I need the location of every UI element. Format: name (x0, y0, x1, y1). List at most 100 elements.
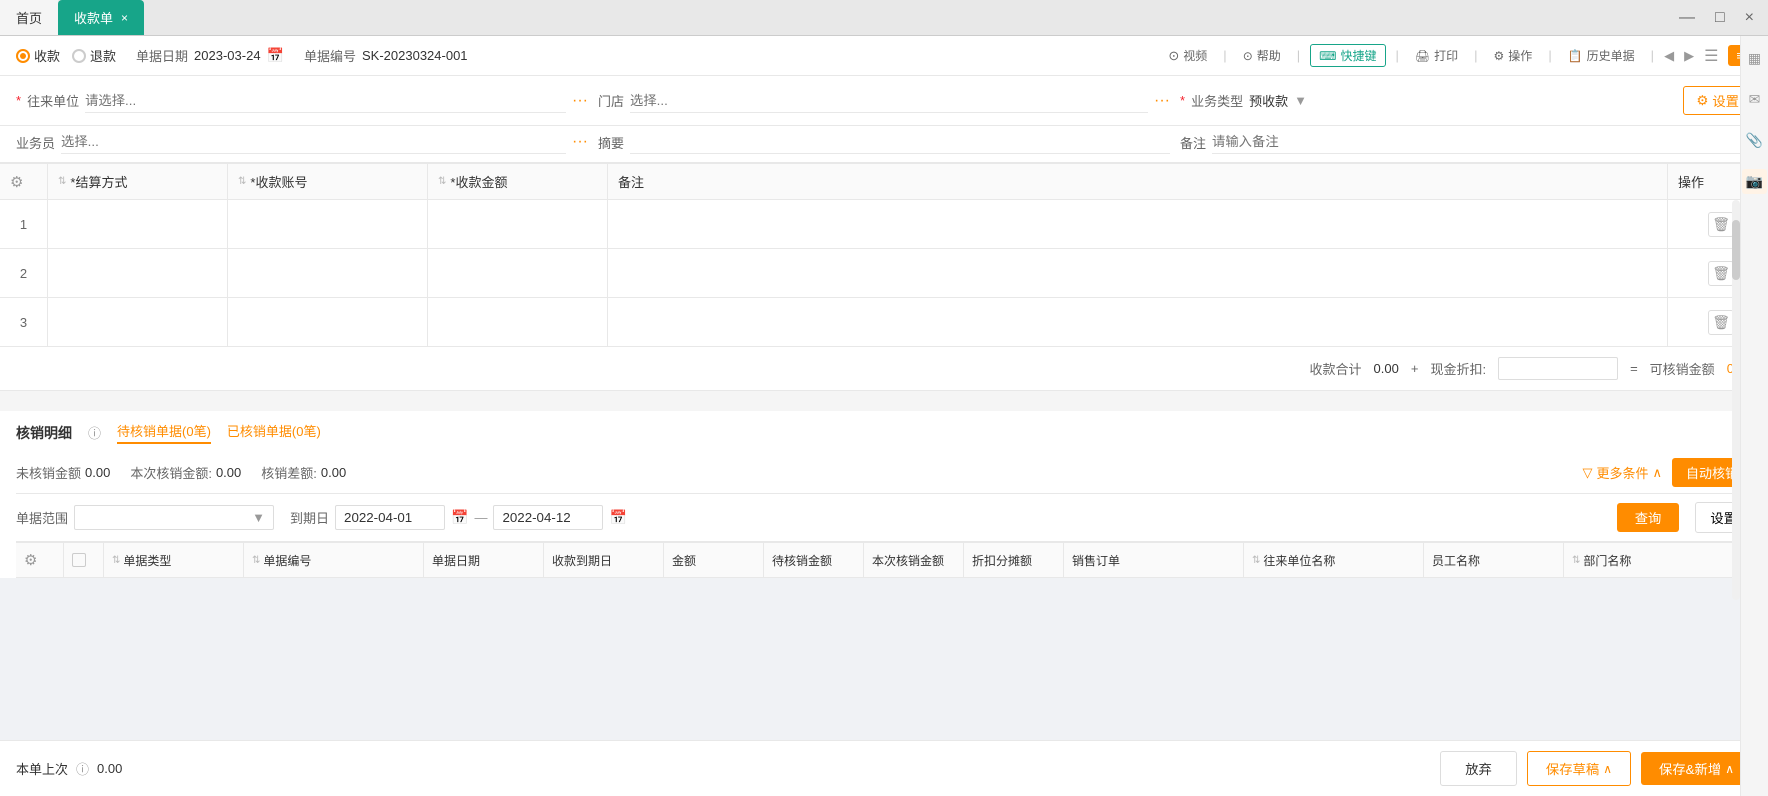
history-btn[interactable]: 📋 历史单据 (1562, 44, 1641, 67)
save-new-arrow[interactable]: ∧ (1725, 762, 1734, 776)
section-divider (0, 391, 1768, 411)
tab-pending[interactable]: 待核销单据(0笔) (117, 421, 211, 444)
bth-dept-name-label: 部门名称 (1583, 552, 1631, 569)
more-conditions-btn[interactable]: ▽ 更多条件 ∧ (1582, 463, 1662, 482)
row2-amount[interactable] (428, 249, 608, 297)
footer-right: 放弃 保存草稿 ∧ 保存&新增 ∧ (1440, 751, 1752, 786)
tab-done[interactable]: 已核销单据(0笔) (227, 421, 321, 444)
video-btn[interactable]: ⊙ 视频 (1162, 44, 1213, 67)
bottom-table-settings-icon[interactable]: ⚙ (24, 551, 37, 569)
customer-input[interactable] (85, 89, 566, 113)
row2-payment[interactable] (48, 249, 228, 297)
biz-type-dropdown-icon[interactable]: ▼ (1294, 93, 1307, 108)
row3-remark[interactable] (608, 298, 1668, 346)
tab-receipt-label: 收款单 (74, 8, 113, 27)
abandon-btn[interactable]: 放弃 (1440, 751, 1517, 786)
query-btn[interactable]: 查询 (1617, 503, 1680, 532)
shortcut-btn[interactable]: ⌨ 快捷键 (1310, 44, 1385, 67)
due-date-start-input[interactable] (335, 505, 445, 530)
bth-settings: ⚙ (16, 543, 64, 577)
row1-amount[interactable] (428, 200, 608, 248)
tab-receipt-close[interactable]: × (121, 11, 128, 25)
row3-account[interactable] (228, 298, 428, 346)
sidebar-table-icon[interactable]: ▦ (1744, 46, 1765, 71)
nav-right-icon[interactable]: ▶ (1684, 48, 1694, 64)
bth-sales-order-label: 销售订单 (1072, 552, 1120, 569)
sidebar-mail-icon[interactable]: ✉ (1745, 87, 1765, 112)
minimize-btn[interactable]: — (1673, 7, 1701, 29)
row-num-2: 2 (0, 249, 48, 297)
remark-input[interactable] (1212, 130, 1752, 154)
row1-delete-icon[interactable]: 🗑 (1708, 212, 1734, 237)
window-controls: — □ × (1673, 7, 1768, 29)
help-btn[interactable]: ⊙ 帮助 (1237, 44, 1287, 67)
prev-val: 0.00 (97, 761, 122, 776)
store-more-btn[interactable]: ··· (1154, 92, 1170, 110)
print-btn[interactable]: 🖨 打印 (1409, 44, 1464, 67)
staff-input[interactable] (61, 130, 566, 154)
print-icon: 🖨 (1415, 49, 1430, 63)
date-calendar-icon[interactable]: 📅 (267, 47, 284, 64)
sidebar-clip-icon[interactable]: 📎 (1742, 128, 1767, 153)
due-date-end-input[interactable] (493, 505, 603, 530)
tab-home-label: 首页 (16, 8, 42, 27)
operation-btn[interactable]: ⚙ 操作 (1488, 44, 1539, 67)
scrollbar-thumb[interactable] (1732, 220, 1740, 280)
bth-dept-name: ⇅ 部门名称 (1564, 543, 1744, 577)
summary-field: 摘要 (598, 130, 1170, 154)
date-value[interactable]: 2023-03-24 (194, 48, 261, 63)
th-amount: ⇅ *收款金额 (428, 164, 608, 199)
current-amount: 本次核销金额: 0.00 (130, 463, 241, 482)
row2-account[interactable] (228, 249, 428, 297)
radio-receipt[interactable]: 收款 (16, 46, 60, 65)
staff-more-btn[interactable]: ··· (572, 133, 588, 151)
row1-account[interactable] (228, 200, 428, 248)
diff-label: 核销差额: (261, 463, 317, 482)
row2-remark[interactable] (608, 249, 1668, 297)
row1-remark[interactable] (608, 200, 1668, 248)
row3-delete-icon[interactable]: 🗑 (1708, 310, 1734, 335)
tab-home[interactable]: 首页 (0, 0, 58, 35)
row2-delete-icon[interactable]: 🗑 (1708, 261, 1734, 286)
help-icon: ⊙ (1243, 49, 1253, 63)
table-row: 2 🗑 ⧉ (0, 249, 1768, 298)
customer-more-btn[interactable]: ··· (572, 92, 588, 110)
store-input[interactable] (630, 89, 1148, 113)
nav-left-icon[interactable]: ◀ (1664, 48, 1674, 64)
select-all-checkbox[interactable] (72, 553, 86, 567)
save-draft-arrow[interactable]: ∧ (1603, 762, 1612, 776)
total-label: 收款合计 (1310, 359, 1362, 378)
prev-info-icon[interactable]: ⓘ (76, 759, 89, 778)
bth-staff-name: 员工名称 (1424, 543, 1564, 577)
biz-type-value: 预收款 (1249, 91, 1288, 110)
hexiao-info-icon[interactable]: ⓘ (88, 423, 101, 442)
bth-doc-date: 单据日期 (424, 543, 544, 577)
start-date-calendar-icon[interactable]: 📅 (451, 509, 468, 526)
th-action-label: 操作 (1678, 172, 1704, 191)
cash-discount-input[interactable] (1498, 357, 1618, 380)
bth-checkbox (64, 543, 104, 577)
maximize-btn[interactable]: □ (1709, 7, 1731, 29)
hexiao-header: 核销明细 ⓘ 待核销单据(0笔) 已核销单据(0笔) (16, 421, 1752, 444)
end-date-calendar-icon[interactable]: 📅 (609, 509, 626, 526)
sidebar-camera-icon[interactable]: 📷 (1742, 169, 1767, 194)
table-settings-icon[interactable]: ⚙ (10, 173, 23, 191)
row-num-3: 3 (0, 298, 48, 346)
row1-payment[interactable] (48, 200, 228, 248)
bth-doc-number-label: 单据编号 (263, 552, 311, 569)
row3-amount[interactable] (428, 298, 608, 346)
bth-doc-type-label: 单据类型 (123, 552, 171, 569)
summary-input[interactable] (630, 130, 1170, 154)
receipt-table: ⚙ ⇅ *结算方式 ⇅ *收款账号 ⇅ *收款金额 备注 操作 1 🗑 ⧉ (0, 163, 1768, 347)
tab-receipt[interactable]: 收款单 × (58, 0, 144, 35)
save-draft-btn[interactable]: 保存草稿 ∧ (1527, 751, 1631, 786)
radio-refund[interactable]: 退款 (72, 46, 116, 65)
filter-row: ▽ 更多条件 ∧ 自动核销 (1582, 452, 1752, 493)
save-new-btn[interactable]: 保存&新增 ∧ (1641, 752, 1752, 785)
row3-payment[interactable] (48, 298, 228, 346)
staff-label: 业务员 (16, 133, 55, 152)
menu-icon[interactable]: ☰ (1704, 46, 1718, 66)
range-dropdown[interactable]: ▼ (74, 505, 274, 530)
summary-label: 摘要 (598, 133, 624, 152)
close-btn[interactable]: × (1739, 7, 1760, 29)
